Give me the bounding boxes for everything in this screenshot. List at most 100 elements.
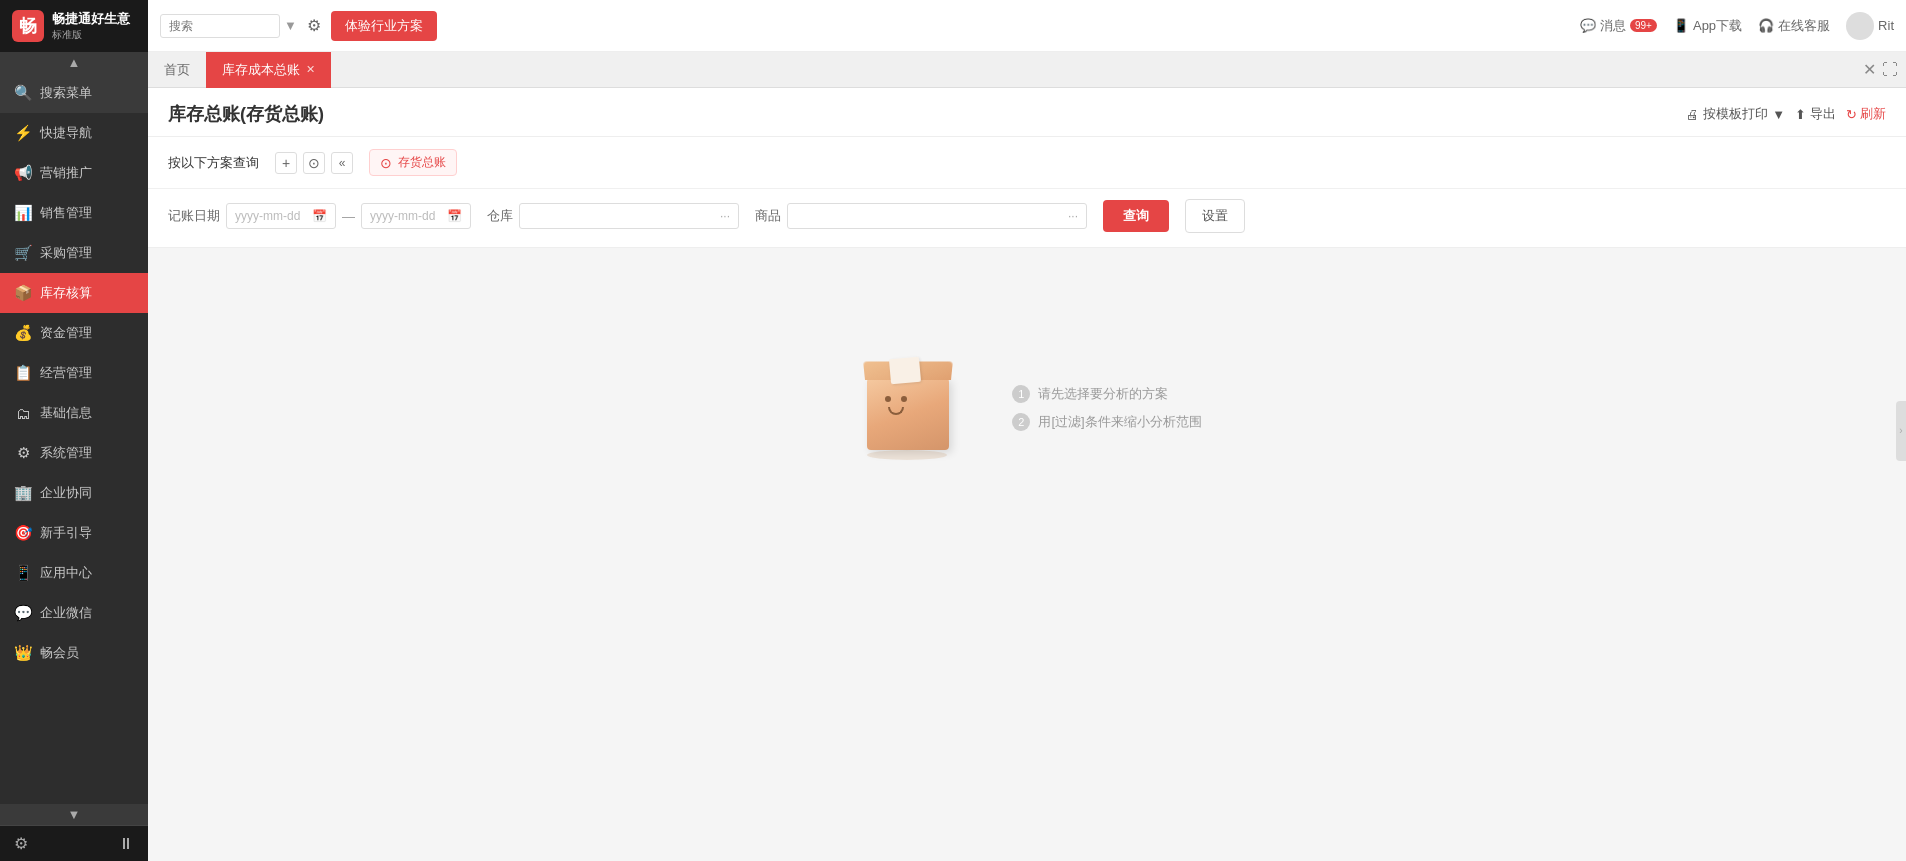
app-download-label: App下载 [1693,17,1742,35]
settings-bottom-icon[interactable]: ⚙ [14,834,28,853]
setting-button[interactable]: 设置 [1185,199,1245,233]
sidebar-item-guide[interactable]: 🎯 新手引导 [0,513,148,553]
scheme-item-label: 存货总账 [398,154,446,171]
filter-add-btn[interactable]: + [275,152,297,174]
page-title-row: 库存总账(存货总账) 🖨 按模板打印 ▼ ⬆ 导出 ↻ 刷新 [168,102,1886,126]
sidebar-item-enterprise[interactable]: 🏢 企业协同 [0,473,148,513]
empty-state: 1 请先选择要分析的方案 2 用[过滤]条件来缩小分析范围 [148,248,1906,568]
scheme-item[interactable]: ⊙ 存货总账 [369,149,457,176]
query-button[interactable]: 查询 [1103,200,1169,232]
app-logo-text: 畅捷通好生意 标准版 [52,10,130,42]
topbar-search-input[interactable] [160,14,280,38]
sidebar-item-appcenter[interactable]: 📱 应用中心 [0,553,148,593]
warehouse-select[interactable]: ··· [519,203,739,229]
filter-collapse-btn[interactable]: « [331,152,353,174]
sidebar-search-label: 搜索菜单 [40,84,92,102]
sales-icon: 📊 [14,204,32,222]
sidebar-scroll-up[interactable]: ▲ [0,52,148,73]
sidebar-item-quick-nav[interactable]: ⚡ 快捷导航 [0,113,148,153]
hint-2-text: 用[过滤]条件来缩小分析范围 [1038,413,1201,431]
sidebar-item-label: 库存核算 [40,284,92,302]
topbar: ▼ ⚙ 体验行业方案 💬 消息 99+ 📱 App下载 🎧 在线客服 Rit [148,0,1906,52]
avatar [1846,12,1874,40]
sidebar-item-search[interactable]: 🔍 搜索菜单 [0,73,148,113]
purchase-icon: 🛒 [14,244,32,262]
message-item[interactable]: 💬 消息 99+ [1580,17,1657,35]
sidebar-item-inventory[interactable]: 📦 库存核算 [0,273,148,313]
refresh-btn[interactable]: ↻ 刷新 [1846,105,1886,123]
export-btn[interactable]: ⬆ 导出 [1795,105,1836,123]
tab-label: 库存成本总账 [222,61,300,79]
collapse-icon: « [339,156,346,170]
sound-bottom-icon[interactable]: ⏸ [118,835,134,853]
sidebar-scroll-down[interactable]: ▼ [0,804,148,825]
sidebar-item-finance[interactable]: 💰 资金管理 [0,313,148,353]
date-end-placeholder: yyyy-mm-dd [370,209,435,223]
right-panel-icon: › [1899,425,1902,436]
date-start-placeholder: yyyy-mm-dd [235,209,300,223]
sidebar-item-label: 企业微信 [40,604,92,622]
tab-inventory-ledger[interactable]: 库存成本总账 ✕ [206,52,331,88]
date-field-group: 记账日期 yyyy-mm-dd 📅 — yyyy-mm-dd 📅 [168,203,471,229]
tab-home[interactable]: 首页 [148,52,206,88]
close-all-icon[interactable]: ✕ [1863,60,1876,79]
warehouse-more-icon[interactable]: ··· [720,209,730,223]
tab-close-icon[interactable]: ✕ [306,63,315,76]
date-start-input[interactable]: yyyy-mm-dd 📅 [226,203,336,229]
sidebar-item-basic[interactable]: 🗂 基础信息 [0,393,148,433]
app-download-item[interactable]: 📱 App下载 [1673,17,1742,35]
user-profile[interactable]: Rit [1846,12,1894,40]
operation-icon: 📋 [14,364,32,382]
search-icon: 🔍 [14,84,32,102]
sidebar-item-label: 经营管理 [40,364,92,382]
print-icon: 🖨 [1686,107,1699,122]
page-actions: 🖨 按模板打印 ▼ ⬆ 导出 ↻ 刷新 [1686,105,1886,123]
page-header: 库存总账(存货总账) 🖨 按模板打印 ▼ ⬆ 导出 ↻ 刷新 [148,88,1906,137]
calendar-end-icon[interactable]: 📅 [447,209,462,223]
export-icon: ⬆ [1795,107,1806,122]
member-icon: 👑 [14,644,32,662]
empty-illustration [852,348,972,468]
filter-schema-btn[interactable]: ⊙ [303,152,325,174]
filter-fields: 记账日期 yyyy-mm-dd 📅 — yyyy-mm-dd 📅 仓库 ··· [148,189,1906,248]
product-more-icon[interactable]: ··· [1068,209,1078,223]
enterprise-icon: 🏢 [14,484,32,502]
date-end-input[interactable]: yyyy-mm-dd 📅 [361,203,471,229]
page-content: 库存总账(存货总账) 🖨 按模板打印 ▼ ⬆ 导出 ↻ 刷新 [148,88,1906,861]
sidebar-item-member[interactable]: 👑 畅会员 [0,633,148,673]
message-badge: 99+ [1630,19,1657,32]
print-btn[interactable]: 🖨 按模板打印 ▼ [1686,105,1785,123]
sidebar-item-weixin[interactable]: 💬 企业微信 [0,593,148,633]
right-panel-toggle[interactable]: › [1896,401,1906,461]
topbar-settings-icon[interactable]: ⚙ [303,12,325,39]
sidebar-item-marketing[interactable]: 📢 营销推广 [0,153,148,193]
expand-icon[interactable]: ⛶ [1882,61,1898,79]
step-1-num: 1 [1012,385,1030,403]
page-title: 库存总账(存货总账) [168,102,324,126]
sidebar-item-purchase[interactable]: 🛒 采购管理 [0,233,148,273]
app-version: 标准版 [52,28,130,42]
appcenter-icon: 📱 [14,564,32,582]
calendar-start-icon[interactable]: 📅 [312,209,327,223]
filter-bar: 按以下方案查询 + ⊙ « ⊙ 存货总账 [148,137,1906,189]
online-support-item[interactable]: 🎧 在线客服 [1758,17,1830,35]
sidebar-item-sales[interactable]: 📊 销售管理 [0,193,148,233]
sidebar-item-label: 销售管理 [40,204,92,222]
industry-btn[interactable]: 体验行业方案 [331,11,437,41]
sidebar-item-label: 采购管理 [40,244,92,262]
sidebar-logo: 畅 畅捷通好生意 标准版 [0,0,148,52]
message-label: 消息 [1600,17,1626,35]
sidebar-item-system[interactable]: ⚙ 系统管理 [0,433,148,473]
app-name: 畅捷通好生意 [52,10,130,28]
product-select[interactable]: ··· [787,203,1087,229]
main-area: ▼ ⚙ 体验行业方案 💬 消息 99+ 📱 App下载 🎧 在线客服 Rit [148,0,1906,861]
warehouse-field-group: 仓库 ··· [487,203,739,229]
sidebar-item-label: 畅会员 [40,644,79,662]
system-icon: ⚙ [14,444,32,462]
sidebar-item-label: 营销推广 [40,164,92,182]
sidebar-item-operation[interactable]: 📋 经营管理 [0,353,148,393]
tabs-right: ✕ ⛶ [1863,60,1906,79]
tabs-bar: 首页 库存成本总账 ✕ ✕ ⛶ [148,52,1906,88]
topbar-breadcrumb: ▼ [160,14,297,38]
sidebar-item-label: 快捷导航 [40,124,92,142]
